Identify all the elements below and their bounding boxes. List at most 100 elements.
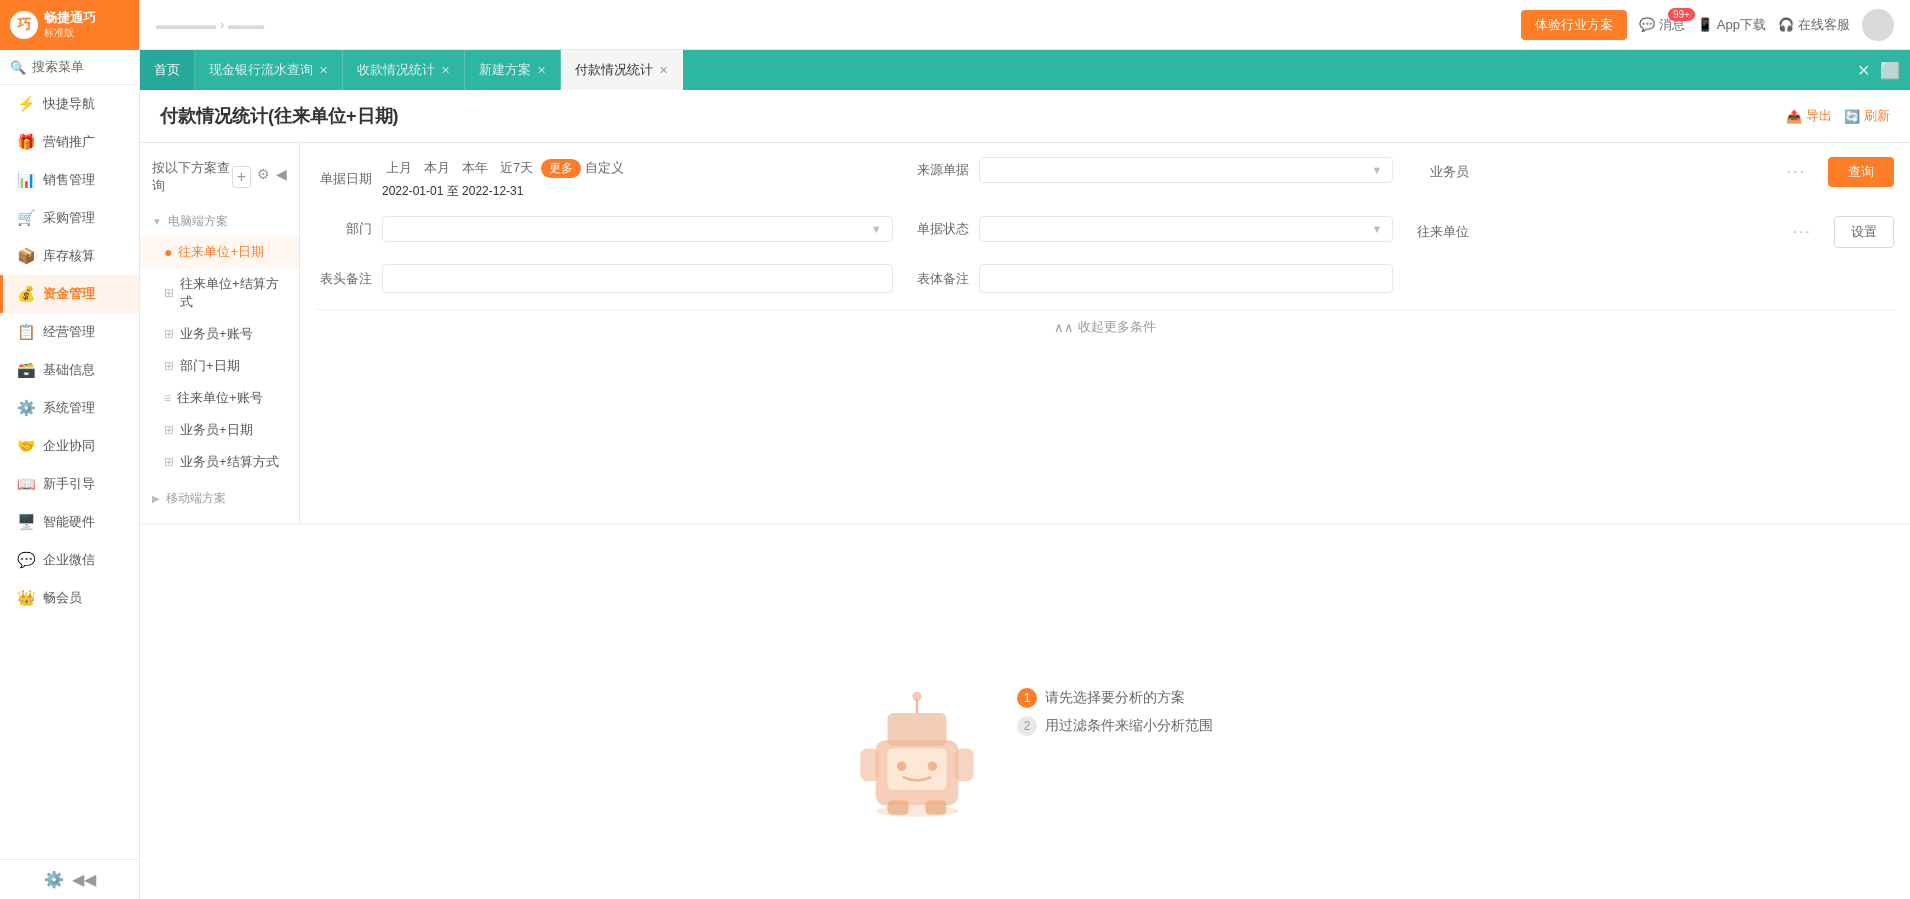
- inventory-icon: 📦: [17, 247, 35, 265]
- bill-status-select[interactable]: ▼: [979, 216, 1394, 242]
- refresh-button[interactable]: 🔄 刷新: [1844, 107, 1890, 125]
- sidebar-item-label: 资金管理: [43, 285, 95, 303]
- filter-row-2: 部门 ▼ 单据状态 ▼ 往来单位: [316, 216, 1894, 248]
- staff-more-btn[interactable]: ···: [1787, 163, 1806, 181]
- bill-date-label: 单据日期: [316, 170, 372, 188]
- scheme-item-staff-account[interactable]: ⊞ 业务员+账号: [140, 318, 299, 350]
- collapse-sidebar-icon[interactable]: ◀◀: [72, 870, 96, 889]
- logo: 巧 畅捷通巧 标准版: [0, 0, 139, 50]
- system-icon: ⚙️: [17, 399, 35, 417]
- online-service-label: 在线客服: [1798, 16, 1850, 34]
- date-btn-this-year[interactable]: 本年: [458, 157, 492, 179]
- collapse-bar[interactable]: ∧∧ 收起更多条件: [316, 309, 1894, 344]
- date-btn-last-month[interactable]: 上月: [382, 157, 416, 179]
- app-download-action[interactable]: 📱 App下载: [1697, 16, 1766, 34]
- source-bill-select[interactable]: ▼: [979, 157, 1394, 183]
- tab-bank-close[interactable]: ✕: [319, 64, 328, 77]
- dept-arrow: ▼: [871, 223, 882, 235]
- mobile-section-toggle[interactable]: ▶ 移动端方案: [140, 484, 299, 513]
- wechat-icon: 💬: [17, 551, 35, 569]
- scheme-item-staff-date[interactable]: ⊞ 业务员+日期: [140, 414, 299, 446]
- topbar: ▬▬▬▬▬ › ▬▬▬ 体验行业方案 💬 消息 99+ 📱 App下载 🎧 在线…: [140, 0, 1910, 50]
- table-head-note-field: 表头备注: [316, 264, 893, 293]
- tab-bank[interactable]: 现金银行流水查询 ✕: [195, 50, 343, 90]
- sidebar-item-label: 采购管理: [43, 209, 95, 227]
- svg-point-3: [897, 761, 906, 770]
- step-num-2: 2: [1017, 716, 1037, 736]
- table-body-note-input[interactable]: [979, 264, 1394, 293]
- sidebar-item-sales[interactable]: 📊 销售管理: [0, 161, 139, 199]
- settings-button[interactable]: 设置: [1834, 216, 1894, 248]
- date-btn-7days[interactable]: 近7天: [496, 157, 537, 179]
- settings-icon[interactable]: ⚙️: [44, 870, 64, 889]
- dept-select[interactable]: ▼: [382, 216, 893, 242]
- breadcrumb-placeholder: ▬▬▬▬▬: [156, 18, 216, 32]
- message-badge: 99+: [1668, 8, 1695, 21]
- sidebar: 巧 畅捷通巧 标准版 🔍 搜索菜单 ⚡ 快捷导航 🎁 营销推广 📊 销售管理 🛒…: [0, 0, 140, 899]
- scheme-item-partner-date[interactable]: ● 往来单位+日期: [140, 236, 299, 268]
- sidebar-item-purchase[interactable]: 🛒 采购管理: [0, 199, 139, 237]
- date-custom-label[interactable]: 自定义: [585, 159, 624, 177]
- sidebar-item-system[interactable]: ⚙️ 系统管理: [0, 389, 139, 427]
- sidebar-item-finance[interactable]: 💰 资金管理: [0, 275, 139, 313]
- scheme-item-label: 业务员+日期: [180, 421, 253, 439]
- tab-new-scheme-label: 新建方案: [479, 61, 531, 79]
- staff-label: 业务员: [1413, 163, 1469, 181]
- sidebar-item-hardware[interactable]: 🖥️ 智能硬件: [0, 503, 139, 541]
- sidebar-item-label: 企业协同: [43, 437, 95, 455]
- search-menu[interactable]: 🔍 搜索菜单: [0, 50, 139, 85]
- message-icon: 💬: [1639, 17, 1655, 32]
- page-header: 付款情况统计(往来单位+日期) 📤 导出 🔄 刷新: [140, 90, 1910, 143]
- sidebar-menu: ⚡ 快捷导航 🎁 营销推广 📊 销售管理 🛒 采购管理 📦 库存核算 💰 资金管…: [0, 85, 139, 859]
- online-service-action[interactable]: 🎧 在线客服: [1778, 16, 1850, 34]
- date-btn-more[interactable]: 更多: [541, 159, 581, 178]
- sidebar-item-management[interactable]: 📋 经营管理: [0, 313, 139, 351]
- sidebar-item-guide[interactable]: 📖 新手引导: [0, 465, 139, 503]
- table-head-note-input[interactable]: [382, 264, 893, 293]
- sidebar-item-member[interactable]: 👑 畅会员: [0, 579, 139, 617]
- tab-new-scheme[interactable]: 新建方案 ✕: [465, 50, 561, 90]
- user-avatar[interactable]: [1862, 9, 1894, 41]
- bill-status-arrow: ▼: [1371, 223, 1382, 235]
- headset-icon: 🎧: [1778, 17, 1794, 32]
- sidebar-item-enterprise[interactable]: 🤝 企业协同: [0, 427, 139, 465]
- date-btn-this-month[interactable]: 本月: [420, 157, 454, 179]
- query-button[interactable]: 查询: [1828, 157, 1894, 187]
- svg-rect-11: [925, 800, 946, 814]
- add-scheme-icon[interactable]: +: [232, 166, 251, 188]
- message-action[interactable]: 💬 消息 99+: [1639, 16, 1685, 34]
- tab-home[interactable]: 首页: [140, 50, 195, 90]
- sidebar-item-basic[interactable]: 🗃️ 基础信息: [0, 351, 139, 389]
- partner-more-btn[interactable]: ···: [1793, 223, 1812, 241]
- scheme-item-staff-settle[interactable]: ⊞ 业务员+结算方式: [140, 446, 299, 478]
- scheme-active-icon: ●: [164, 244, 172, 260]
- sidebar-item-wechat[interactable]: 💬 企业微信: [0, 541, 139, 579]
- trial-button[interactable]: 体验行业方案: [1521, 10, 1627, 40]
- scheme-item-partner-settle[interactable]: ⊞ 往来单位+结算方式: [140, 268, 299, 318]
- sidebar-item-marketing[interactable]: 🎁 营销推广: [0, 123, 139, 161]
- scheme-collapse-icon[interactable]: ◀: [276, 166, 287, 188]
- tab-pay-stat[interactable]: 付款情况统计 ✕: [561, 50, 683, 90]
- tab-receive-close[interactable]: ✕: [441, 64, 450, 77]
- filter-row-1: 单据日期 上月 本月 本年 近7天 更多 自定义 2022-01-01 至 20…: [316, 157, 1894, 200]
- scheme-settings-icon[interactable]: ⚙: [257, 166, 270, 188]
- tab-receive[interactable]: 收款情况统计 ✕: [343, 50, 465, 90]
- tab-pay-stat-close[interactable]: ✕: [659, 64, 668, 77]
- tab-expand-icon[interactable]: ⬜: [1880, 61, 1900, 80]
- main-area: ▬▬▬▬▬ › ▬▬▬ 体验行业方案 💬 消息 99+ 📱 App下载 🎧 在线…: [140, 0, 1910, 899]
- tab-close-all-icon[interactable]: ✕: [1857, 61, 1870, 80]
- sidebar-item-label: 经营管理: [43, 323, 95, 341]
- desktop-section-toggle[interactable]: ▼ 电脑端方案: [140, 207, 299, 236]
- dept-field: 部门 ▼: [316, 216, 893, 242]
- sidebar-item-inventory[interactable]: 📦 库存核算: [0, 237, 139, 275]
- tab-new-scheme-close[interactable]: ✕: [537, 64, 546, 77]
- download-icon: 📱: [1697, 17, 1713, 32]
- desktop-section-arrow: ▼: [152, 216, 162, 227]
- scheme-item-dept-date[interactable]: ⊞ 部门+日期: [140, 350, 299, 382]
- scheme-item-label: 部门+日期: [180, 357, 240, 375]
- sidebar-item-quicknav[interactable]: ⚡ 快捷导航: [0, 85, 139, 123]
- scheme-item-partner-account[interactable]: ≡ 往来单位+账号: [140, 382, 299, 414]
- scheme-grid-icon5: ⊞: [164, 455, 174, 469]
- date-buttons: 上月 本月 本年 近7天 更多 自定义: [382, 157, 893, 179]
- export-button[interactable]: 📤 导出: [1786, 107, 1832, 125]
